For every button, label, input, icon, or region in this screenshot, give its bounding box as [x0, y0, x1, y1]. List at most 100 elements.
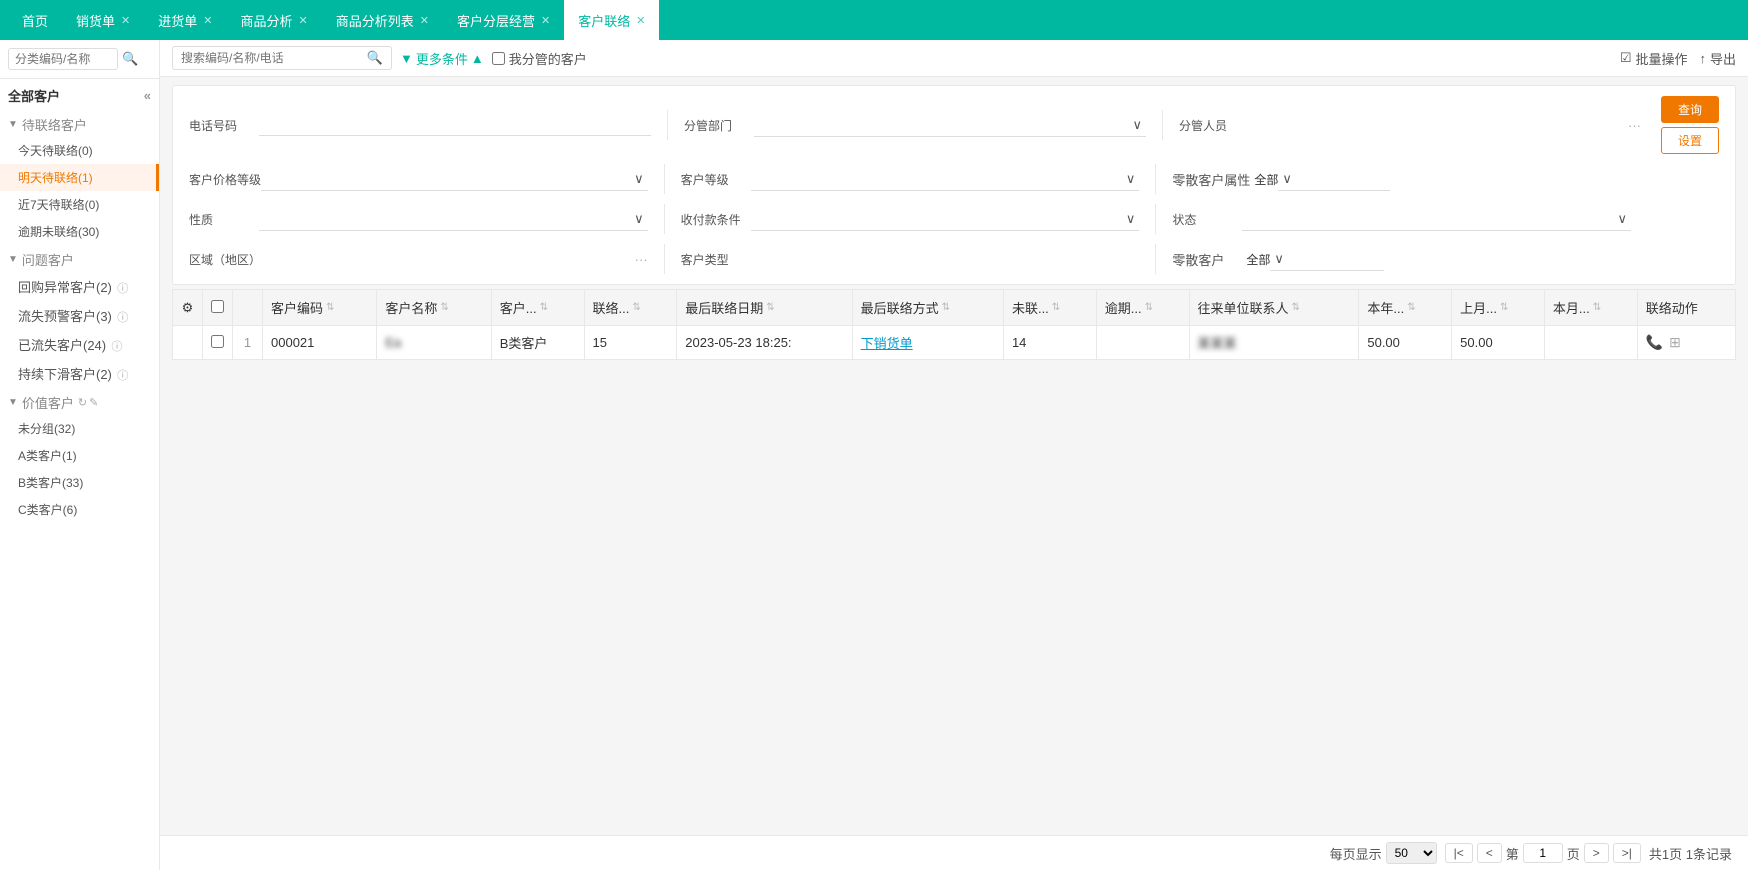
my-customers-checkbox-wrap[interactable]: 我分管的客户: [492, 49, 587, 68]
edit-icon[interactable]: ✎: [89, 396, 98, 409]
arrow-value: ▼: [8, 397, 18, 408]
filter-row-1: 电话号码 分管部门 ∨ 分管人员 ···: [189, 96, 1719, 154]
th-overdue[interactable]: 逾期... ⇅: [1096, 290, 1189, 326]
sidebar-item-repeat-abnormal[interactable]: 回购异常客户(2) ⓘ: [0, 272, 159, 301]
th-last-contact-date[interactable]: 最后联络日期 ⇅: [677, 290, 852, 326]
sidebar-item-week7[interactable]: 近7天待联络(0): [0, 191, 159, 218]
filter-region: 区域（地区） ···: [189, 251, 648, 268]
sidebar-item-lost[interactable]: 已流失客户(24) ⓘ: [0, 330, 159, 359]
filter-phone-input[interactable]: [259, 115, 651, 136]
th-this-month[interactable]: 本月... ⇅: [1544, 290, 1637, 326]
close-customer-contact-icon[interactable]: ✕: [636, 14, 645, 27]
nav-customer-tier[interactable]: 客户分层经营 ✕: [443, 0, 564, 40]
sidebar-item-overdue[interactable]: 逾期未联络(30): [0, 218, 159, 245]
reset-button[interactable]: 设置: [1661, 127, 1719, 154]
td-overdue: [1096, 326, 1189, 360]
sidebar-item-tomorrow[interactable]: 明天待联络(1): [0, 164, 159, 191]
sidebar-item-class-a[interactable]: A类客户(1): [0, 442, 159, 469]
filter-payment-select[interactable]: ∨: [751, 208, 1140, 231]
toolbar: 🔍 ▼ 更多条件 ▲ 我分管的客户 ☑ 批量操作 ↑ 导出: [160, 40, 1748, 77]
td-not-contacted: 14: [1003, 326, 1096, 360]
row-checkbox[interactable]: [211, 335, 224, 348]
close-product-analysis-list-icon[interactable]: ✕: [420, 14, 429, 27]
more-filters-button[interactable]: ▼ 更多条件 ▲: [400, 49, 484, 68]
sidebar-search-input[interactable]: [8, 48, 118, 70]
filter-region-dots[interactable]: ···: [635, 252, 648, 267]
filter-manager-label: 分管人员: [1179, 117, 1249, 134]
sidebar-item-ungrouped[interactable]: 未分组(32): [0, 415, 159, 442]
close-customer-tier-icon[interactable]: ✕: [541, 14, 550, 27]
th-not-contacted[interactable]: 未联... ⇅: [1003, 290, 1096, 326]
close-sales-icon[interactable]: ✕: [121, 14, 130, 27]
sort-icon-thisyear: ⇅: [1407, 302, 1415, 313]
sidebar-search-area: 🔍: [0, 40, 159, 79]
sidebar-item-class-b[interactable]: B类客户(33): [0, 469, 159, 496]
th-gear[interactable]: ⚙: [173, 290, 203, 326]
close-product-analysis-icon[interactable]: ✕: [299, 14, 308, 27]
phone-action-icon[interactable]: 📞: [1646, 334, 1663, 351]
filter-dept-select[interactable]: ∨: [754, 114, 1146, 137]
search-icon[interactable]: 🔍: [367, 50, 383, 66]
close-purchase-icon[interactable]: ✕: [203, 14, 212, 27]
toolbar-right: ☑ 批量操作 ↑ 导出: [1620, 49, 1736, 68]
page-input[interactable]: [1523, 843, 1563, 863]
first-page-button[interactable]: |<: [1445, 843, 1473, 863]
content-area: 🔍 ▼ 更多条件 ▲ 我分管的客户 ☑ 批量操作 ↑ 导出: [160, 40, 1748, 870]
last-contact-link[interactable]: 下销货单: [861, 336, 913, 351]
nav-sales[interactable]: 销货单 ✕: [62, 0, 144, 40]
sidebar-item-class-c[interactable]: C类客户(6): [0, 496, 159, 523]
sidebar-item-today[interactable]: 今天待联络(0): [0, 137, 159, 164]
nav-customer-contact[interactable]: 客户联络 ✕: [564, 0, 659, 40]
th-name[interactable]: 客户名称 ⇅: [377, 290, 491, 326]
chevron-down-icon-dept: ∨: [1132, 117, 1142, 133]
filter-customer-level-select[interactable]: ∨: [751, 168, 1140, 191]
filter-manager-dots[interactable]: ···: [1628, 118, 1641, 133]
grid-action-icon[interactable]: ⊞: [1669, 334, 1681, 351]
collapse-icon[interactable]: «: [144, 88, 151, 103]
filter-retail-select[interactable]: ∨: [1270, 248, 1384, 271]
query-button[interactable]: 查询: [1661, 96, 1719, 123]
prev-page-button[interactable]: <: [1477, 843, 1502, 863]
sidebar-item-continuous-down[interactable]: 持续下滑客户(2) ⓘ: [0, 359, 159, 388]
info-icon-4: ⓘ: [117, 370, 128, 382]
last-page-button[interactable]: >|: [1613, 843, 1641, 863]
th-action: 联络动作: [1637, 290, 1735, 326]
th-last-month[interactable]: 上月... ⇅: [1452, 290, 1545, 326]
th-code[interactable]: 客户编码 ⇅: [263, 290, 377, 326]
th-contact[interactable]: 联络... ⇅: [584, 290, 677, 326]
filter-nature-select[interactable]: ∨: [259, 208, 648, 231]
filter-status-select[interactable]: ∨: [1242, 208, 1631, 231]
refresh-icon[interactable]: ↻: [78, 396, 87, 409]
my-customers-checkbox[interactable]: [492, 52, 505, 65]
filter-row-3: 性质 ∨ 收付款条件 ∨ 状态: [189, 204, 1719, 234]
select-all-checkbox[interactable]: [211, 300, 224, 313]
divider-6: [1155, 204, 1156, 234]
td-action: 📞 ⊞: [1637, 326, 1735, 360]
nav-product-analysis-list[interactable]: 商品分析列表 ✕: [322, 0, 443, 40]
contact-person-blurred: 某某某: [1198, 336, 1237, 351]
th-this-year[interactable]: 本年... ⇅: [1359, 290, 1452, 326]
filter-retail-label: 零散客户: [1172, 250, 1242, 269]
filter-price-level-select[interactable]: ∨: [261, 168, 648, 191]
th-contact-person[interactable]: 往来单位联系人 ⇅: [1189, 290, 1359, 326]
page-size-select[interactable]: 50 100: [1386, 842, 1437, 864]
divider-4: [1155, 164, 1156, 194]
batch-op-button[interactable]: ☑ 批量操作: [1620, 49, 1688, 68]
chevron-down-icon-level: ∨: [1126, 171, 1136, 187]
sidebar-search-icon[interactable]: 🔍: [122, 51, 138, 67]
search-input[interactable]: [181, 51, 367, 65]
nav-product-analysis[interactable]: 商品分析 ✕: [226, 0, 321, 40]
filter-price-level-label: 客户价格等级: [189, 171, 261, 188]
next-page-button[interactable]: >: [1584, 843, 1609, 863]
th-last-contact-method[interactable]: 最后联络方式 ⇅: [852, 290, 1003, 326]
th-checkbox: [203, 290, 233, 326]
export-button[interactable]: ↑ 导出: [1699, 49, 1736, 68]
chevron-down-icon-status: ∨: [1618, 211, 1628, 227]
sidebar-item-lost-warning[interactable]: 流失预警客户(3) ⓘ: [0, 301, 159, 330]
nav-home[interactable]: 首页: [8, 0, 62, 40]
filter-retail-attr-select[interactable]: ∨: [1278, 168, 1389, 191]
th-type[interactable]: 客户... ⇅: [491, 290, 584, 326]
sort-icon-contactperson: ⇅: [1292, 302, 1300, 313]
divider-3: [664, 164, 665, 194]
nav-purchase[interactable]: 进货单 ✕: [144, 0, 226, 40]
